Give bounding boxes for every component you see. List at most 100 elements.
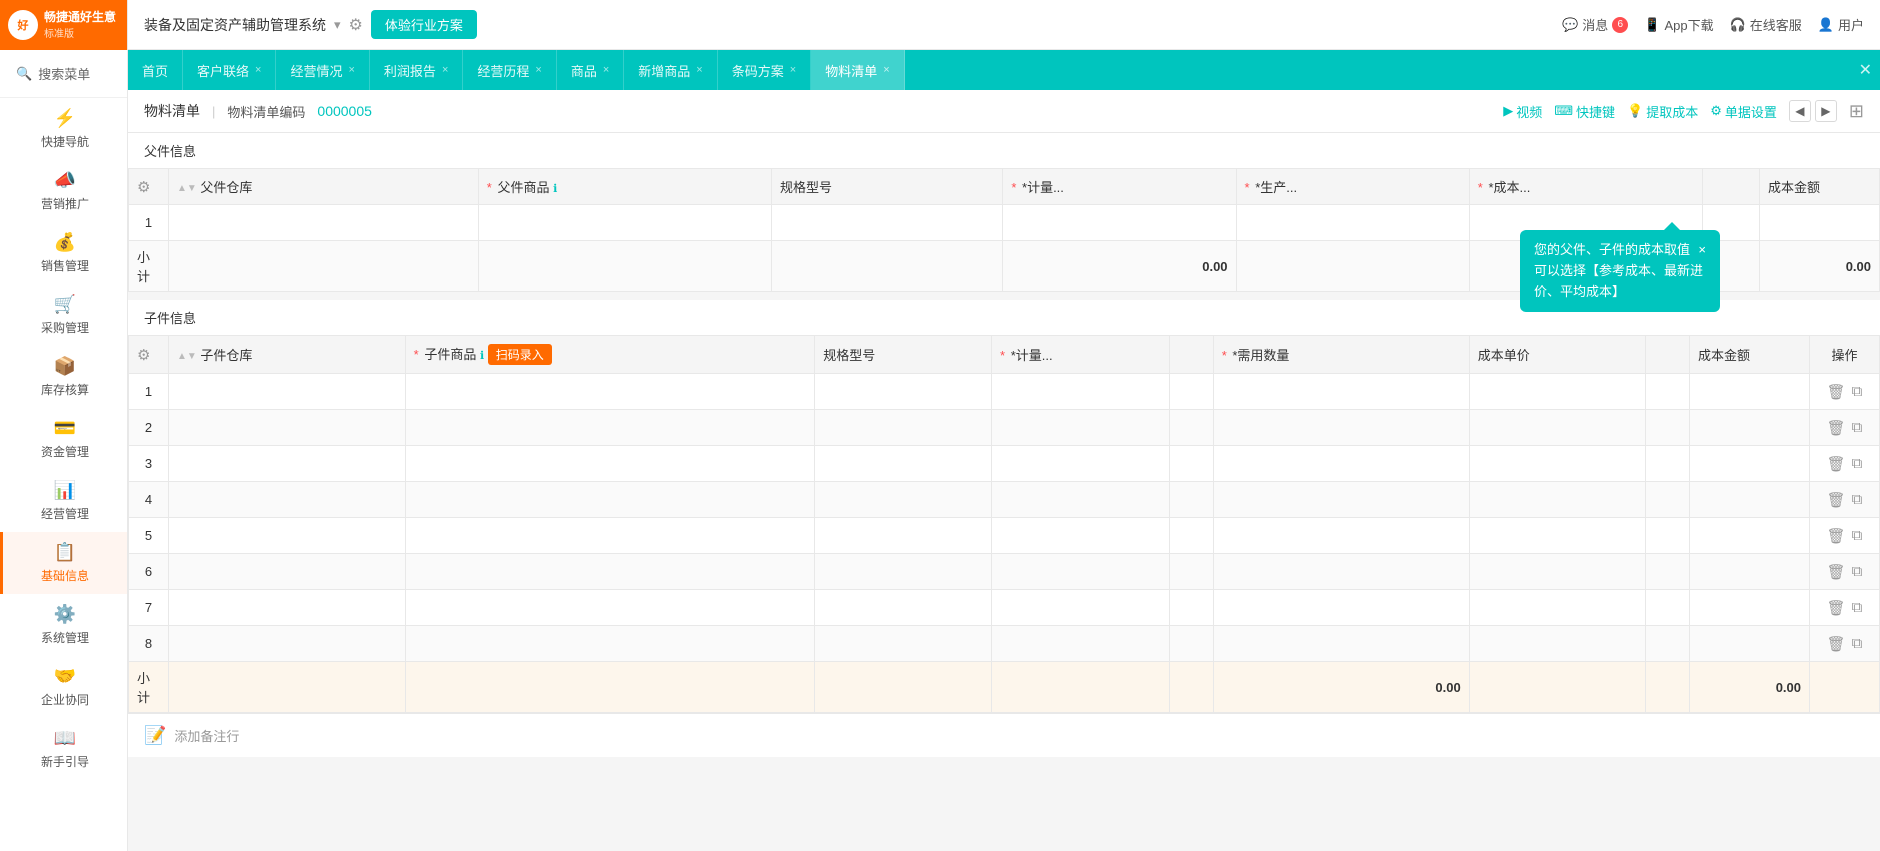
tab-profit[interactable]: 利润报告 × — [370, 50, 463, 90]
sort-icon: ▲▼ — [177, 183, 197, 194]
sidebar-item-sales[interactable]: 💰 销售管理 — [0, 222, 127, 284]
sidebar-item-marketing[interactable]: 📣 营销推广 — [0, 160, 127, 222]
service-icon: 🎧 — [1730, 17, 1746, 33]
child-row1-product[interactable] — [405, 374, 815, 410]
tab-history[interactable]: 经营历程 × — [463, 50, 556, 90]
delete-icon-1[interactable]: 🗑 — [1827, 383, 1846, 401]
main-content: 装备及固定资产辅助管理系统 ▾ ⚙ 体验行业方案 💬 消息 6 📱 App下载 … — [128, 0, 1880, 851]
sidebar-item-basic-info[interactable]: 📋 基础信息 — [0, 532, 127, 594]
tab-new-product[interactable]: 新增商品 × — [624, 50, 717, 90]
child-subtotal-qty: 0.00 — [1213, 662, 1469, 713]
view-video-button[interactable]: ▶ 视频 — [1503, 102, 1542, 121]
child-row2-spec[interactable] — [815, 410, 992, 446]
tab-profit-close[interactable]: × — [442, 64, 448, 76]
code-label: 物料清单编码 — [227, 102, 305, 121]
child-row2-unit-cost[interactable] — [1469, 410, 1646, 446]
parent-measure-cell[interactable] — [1003, 205, 1236, 241]
delete-icon-5[interactable]: 🗑 — [1827, 527, 1846, 545]
tooltip-close-button[interactable]: × — [1698, 240, 1706, 261]
tab-customer-close[interactable]: × — [255, 64, 261, 76]
delete-icon-3[interactable]: 🗑 — [1827, 455, 1846, 473]
child-subtotal-label: 小计 — [129, 662, 169, 713]
delete-icon-7[interactable]: 🗑 — [1827, 599, 1846, 617]
child-row1-unit-cost[interactable] — [1469, 374, 1646, 410]
tab-operation[interactable]: 经营情况 × — [276, 50, 369, 90]
search-menu-button[interactable]: 🔍 搜索菜单 — [8, 58, 119, 89]
parent-gear-icon[interactable]: ⚙ — [137, 179, 150, 196]
copy-icon-1[interactable]: ⧉ — [1852, 383, 1863, 401]
tab-home[interactable]: 首页 — [128, 50, 183, 90]
close-all-tabs-button[interactable]: ✕ — [1851, 60, 1880, 80]
prev-arrow[interactable]: ◀ — [1789, 100, 1811, 122]
experience-button[interactable]: 体验行业方案 — [371, 10, 477, 39]
child-row1-measure[interactable] — [992, 374, 1170, 410]
tab-customer[interactable]: 客户联络 × — [183, 50, 276, 90]
app-download-button[interactable]: 📱 App下载 — [1644, 15, 1713, 34]
sidebar-navigation: ⚡ 快捷导航 📣 营销推广 💰 销售管理 🛒 采购管理 📦 库存核算 💳 资金管… — [0, 98, 127, 851]
delete-icon-2[interactable]: 🗑 — [1827, 419, 1846, 437]
sales-icon: 💰 — [54, 232, 76, 253]
parent-subtotal-label: 小计 — [129, 241, 169, 292]
copy-icon-8[interactable]: ⧉ — [1852, 635, 1863, 653]
child-row1-spec[interactable] — [815, 374, 992, 410]
child-row-6: 6 🗑 — [129, 554, 1880, 590]
child-row2-qty[interactable] — [1213, 410, 1469, 446]
sidebar-item-guide[interactable]: 📖 新手引导 — [0, 718, 127, 780]
tab-new-product-close[interactable]: × — [696, 64, 702, 76]
bottom-bar: 📝 添加备注行 — [128, 713, 1880, 757]
enterprise-icon: 🤝 — [54, 666, 76, 687]
tab-barcode[interactable]: 条码方案 × — [718, 50, 811, 90]
tab-product-close[interactable]: × — [603, 64, 609, 76]
extract-icon: 💡 — [1627, 103, 1643, 119]
child-row1-actions: 🗑 ⧉ — [1810, 374, 1880, 410]
parent-produce-cell[interactable] — [1236, 205, 1469, 241]
sidebar-item-finance[interactable]: 💳 资金管理 — [0, 408, 127, 470]
tab-bom-close[interactable]: × — [883, 64, 889, 76]
parent-col-warehouse: ▲▼ 父件仓库 — [169, 169, 479, 205]
copy-icon-4[interactable]: ⧉ — [1852, 491, 1863, 509]
online-service-button[interactable]: 🎧 在线客服 — [1730, 15, 1802, 34]
user-menu-button[interactable]: 👤 用户 — [1818, 15, 1864, 34]
delete-icon-8[interactable]: 🗑 — [1827, 635, 1846, 653]
child-row-5: 5 🗑 — [129, 518, 1880, 554]
child-gear-icon[interactable]: ⚙ — [137, 347, 150, 364]
copy-icon-6[interactable]: ⧉ — [1852, 563, 1863, 581]
child-row1-qty[interactable] — [1213, 374, 1469, 410]
settings-icon[interactable]: ⚙ — [349, 15, 363, 35]
child-row2-warehouse[interactable] — [169, 410, 406, 446]
parent-warehouse-cell[interactable] — [169, 205, 479, 241]
copy-icon-5[interactable]: ⧉ — [1852, 527, 1863, 545]
parent-spec-cell[interactable] — [772, 205, 1003, 241]
single-settings-button[interactable]: ⚙ 单据设置 — [1710, 102, 1777, 121]
sidebar-item-system[interactable]: ⚙️ 系统管理 — [0, 594, 127, 656]
child-row1-warehouse[interactable] — [169, 374, 406, 410]
sidebar-item-inventory[interactable]: 📦 库存核算 — [0, 346, 127, 408]
add-row-icon[interactable]: 📝 — [144, 725, 166, 746]
tab-product[interactable]: 商品 × — [557, 50, 624, 90]
sidebar-item-purchase[interactable]: 🛒 采购管理 — [0, 284, 127, 346]
sidebar-item-quick-nav[interactable]: ⚡ 快捷导航 — [0, 98, 127, 160]
tab-history-close[interactable]: × — [535, 64, 541, 76]
parent-col-cost: * *成本... — [1469, 169, 1702, 205]
tab-operation-close[interactable]: × — [348, 64, 354, 76]
child-row2-product[interactable] — [405, 410, 815, 446]
tab-bom[interactable]: 物料清单 × — [811, 50, 904, 90]
copy-icon-2[interactable]: ⧉ — [1852, 419, 1863, 437]
management-icon: 📊 — [54, 480, 76, 501]
next-arrow[interactable]: ▶ — [1815, 100, 1837, 122]
delete-icon-6[interactable]: 🗑 — [1827, 563, 1846, 581]
parent-product-cell[interactable] — [478, 205, 771, 241]
extract-cost-button[interactable]: 💡 提取成本 — [1627, 102, 1698, 121]
message-button[interactable]: 💬 消息 6 — [1562, 15, 1628, 34]
sidebar-item-management[interactable]: 📊 经营管理 — [0, 470, 127, 532]
tab-barcode-close[interactable]: × — [790, 64, 796, 76]
copy-icon-7[interactable]: ⧉ — [1852, 599, 1863, 617]
delete-icon-4[interactable]: 🗑 — [1827, 491, 1846, 509]
sidebar-item-enterprise[interactable]: 🤝 企业协同 — [0, 656, 127, 718]
shortcut-button[interactable]: ⌨ 快捷键 — [1554, 102, 1615, 121]
scan-input-button[interactable]: 扫码录入 — [488, 344, 552, 365]
child-col-extra2 — [1646, 336, 1690, 374]
copy-icon-3[interactable]: ⧉ — [1852, 455, 1863, 473]
grid-view-icon[interactable]: ⊞ — [1849, 101, 1864, 122]
child-row2-measure[interactable] — [992, 410, 1170, 446]
